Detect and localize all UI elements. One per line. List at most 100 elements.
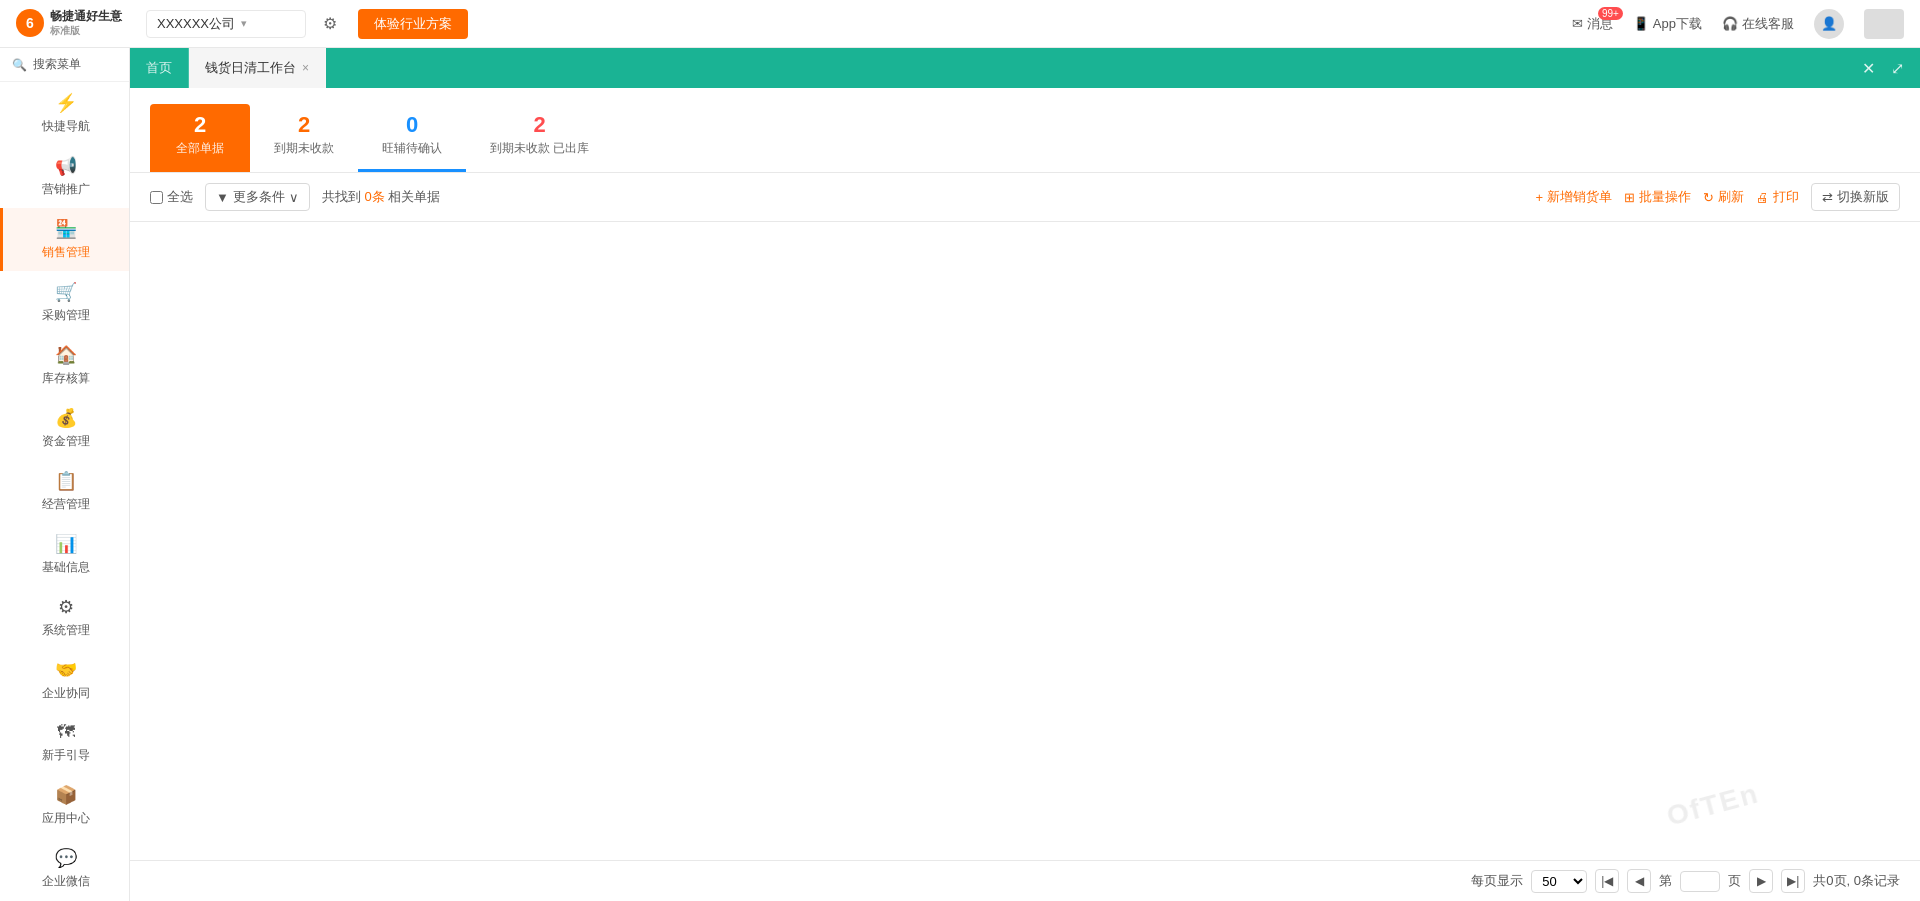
app-edition: 标准版: [50, 24, 122, 38]
toolbar-right: + 新增销货单 ⊞ 批量操作 ↻ 刷新 🖨 打印: [1535, 183, 1900, 211]
prev-page-btn[interactable]: ◀: [1627, 869, 1651, 893]
stats-tabs: 2 全部单据 2 到期未收款 0 旺辅待确认 2 到期未收款 已出库: [130, 88, 1920, 173]
sidebar-item-sales[interactable]: 🏪 销售管理: [0, 208, 129, 271]
sidebar-item-base-info[interactable]: 📊 基础信息: [0, 523, 129, 586]
sidebar-item-guide[interactable]: 🗺 新手引导: [0, 712, 129, 774]
user-icon: 👤: [1821, 16, 1837, 31]
stat-number-overdue-out: 2: [490, 112, 589, 138]
per-page-label: 每页显示: [1471, 872, 1523, 890]
base-info-icon: 📊: [55, 533, 77, 555]
guide-icon: 🗺: [57, 722, 75, 743]
page-number-input[interactable]: 1: [1680, 871, 1720, 892]
first-page-btn[interactable]: |◀: [1595, 869, 1619, 893]
stat-label-overdue-out: 到期未收款 已出库: [490, 140, 589, 157]
stat-tab-overdue-out[interactable]: 2 到期未收款 已出库: [466, 104, 613, 172]
select-all-checkbox[interactable]: 全选: [150, 188, 193, 206]
sidebar-item-app-center[interactable]: 📦 应用中心: [0, 774, 129, 837]
sidebar-label-quick-nav: 快捷导航: [42, 118, 90, 135]
purchase-icon: 🛒: [55, 281, 77, 303]
more-filters-button[interactable]: ▼ 更多条件 ∨: [205, 183, 310, 211]
search-menu-item[interactable]: 🔍 搜索菜单: [0, 48, 129, 82]
sidebar-item-operations[interactable]: 📋 经营管理: [0, 460, 129, 523]
print-icon: 🖨: [1756, 190, 1769, 205]
top-bar: 6 畅捷通好生意 标准版 XXXXXX公司 ▾ ⚙ 体验行业方案 ✉ 消息 99…: [0, 0, 1920, 48]
sidebar-item-purchase[interactable]: 🛒 采购管理: [0, 271, 129, 334]
sidebar-item-wechat[interactable]: 💬 企业微信: [0, 837, 129, 900]
stat-label-pending: 旺辅待确认: [382, 140, 442, 157]
sidebar: 🔍 搜索菜单 ⚡ 快捷导航 📢 营销推广 🏪 销售管理 🛒 采购管理 🏠 库存核…: [0, 48, 130, 901]
company-selector[interactable]: XXXXXX公司 ▾: [146, 10, 306, 38]
sidebar-item-finance[interactable]: 💰 资金管理: [0, 397, 129, 460]
service-icon: 🎧: [1722, 16, 1738, 31]
tab-close-icon[interactable]: ×: [302, 61, 309, 75]
result-count: 0条: [365, 189, 385, 204]
search-icon: 🔍: [12, 58, 27, 72]
message-button[interactable]: ✉ 消息 99+: [1572, 15, 1613, 33]
settings-button[interactable]: ⚙: [314, 8, 346, 40]
per-page-select[interactable]: 50 100: [1531, 870, 1587, 893]
pagination-bar: 每页显示 50 100 |◀ ◀ 第 1 页 ▶ ▶| 共0页, 0条记录: [130, 860, 1920, 901]
sidebar-label-purchase: 采购管理: [42, 307, 90, 324]
sidebar-item-system[interactable]: ⚙ 系统管理: [0, 586, 129, 649]
sidebar-label-wechat: 企业微信: [42, 873, 90, 890]
refresh-button[interactable]: ↻ 刷新: [1703, 188, 1744, 206]
avatar[interactable]: 👤: [1814, 9, 1844, 39]
last-page-btn[interactable]: ▶|: [1781, 869, 1805, 893]
plus-icon: +: [1535, 190, 1543, 205]
add-btn-label: 新增销货单: [1547, 188, 1612, 206]
sidebar-label-enterprise: 企业协同: [42, 685, 90, 702]
sidebar-item-inventory[interactable]: 🏠 库存核算: [0, 334, 129, 397]
batch-icon: ⊞: [1624, 190, 1635, 205]
sales-icon: 🏪: [55, 218, 77, 240]
flash-icon: ⚡: [55, 92, 77, 114]
message-icon: ✉: [1572, 16, 1583, 31]
main-content: 首页 钱货日清工作台 × ✕ ⤢ 2 全部单据 2 到期未收款: [130, 48, 1920, 901]
tab-home[interactable]: 首页: [130, 48, 189, 88]
stat-tab-pending[interactable]: 0 旺辅待确认: [358, 104, 466, 172]
trial-button[interactable]: 体验行业方案: [358, 9, 468, 39]
system-icon: ⚙: [58, 596, 74, 618]
search-menu-label: 搜索菜单: [33, 56, 81, 73]
add-sales-order-button[interactable]: + 新增销货单: [1535, 188, 1612, 206]
app-name: 畅捷通好生意: [50, 9, 122, 23]
tab-close-window-btn[interactable]: ✕: [1858, 55, 1879, 82]
online-service-button[interactable]: 🎧 在线客服: [1722, 15, 1794, 33]
page-label: 第: [1659, 872, 1672, 890]
select-all-input[interactable]: [150, 191, 163, 204]
app-download-button[interactable]: 📱 App下载: [1633, 15, 1702, 33]
app-center-icon: 📦: [55, 784, 77, 806]
top-right-area: ✉ 消息 99+ 📱 App下载 🎧 在线客服 👤: [1572, 9, 1904, 39]
tab-workbench[interactable]: 钱货日清工作台 ×: [189, 48, 326, 88]
sidebar-label-marketing: 营销推广: [42, 181, 90, 198]
tab-expand-btn[interactable]: ⤢: [1887, 55, 1908, 82]
toolbar: 全选 ▼ 更多条件 ∨ 共找到 0条 相关单据 + 新增销货单: [130, 173, 1920, 222]
stat-tab-overdue[interactable]: 2 到期未收款: [250, 104, 358, 172]
page-content: 2 全部单据 2 到期未收款 0 旺辅待确认 2 到期未收款 已出库: [130, 88, 1920, 901]
sidebar-item-enterprise[interactable]: 🤝 企业协同: [0, 649, 129, 712]
chevron-icon: ∨: [289, 190, 299, 205]
select-all-label: 全选: [167, 188, 193, 206]
sidebar-item-marketing[interactable]: 📢 营销推广: [0, 145, 129, 208]
table-area: [130, 222, 1920, 860]
switch-version-button[interactable]: ⇄ 切换新版: [1811, 183, 1900, 211]
gear-icon: ⚙: [323, 14, 337, 33]
sidebar-item-quick-nav[interactable]: ⚡ 快捷导航: [0, 82, 129, 145]
sidebar-label-operations: 经营管理: [42, 496, 90, 513]
company-name: XXXXXX公司: [157, 15, 235, 33]
batch-operation-button[interactable]: ⊞ 批量操作: [1624, 188, 1691, 206]
sidebar-label-system: 系统管理: [42, 622, 90, 639]
sidebar-label-inventory: 库存核算: [42, 370, 90, 387]
total-info: 共0页, 0条记录: [1813, 872, 1900, 890]
message-badge: 99+: [1598, 7, 1623, 20]
print-button[interactable]: 🖨 打印: [1756, 188, 1799, 206]
finance-icon: 💰: [55, 407, 77, 429]
download-icon: 📱: [1633, 16, 1649, 31]
stat-tab-all[interactable]: 2 全部单据: [150, 104, 250, 172]
sidebar-label-base-info: 基础信息: [42, 559, 90, 576]
stat-number-all: 2: [174, 112, 226, 138]
user-menu[interactable]: [1864, 9, 1904, 39]
next-page-btn[interactable]: ▶: [1749, 869, 1773, 893]
operations-icon: 📋: [55, 470, 77, 492]
filter-icon: ▼: [216, 190, 229, 205]
stat-number-pending: 0: [382, 112, 442, 138]
